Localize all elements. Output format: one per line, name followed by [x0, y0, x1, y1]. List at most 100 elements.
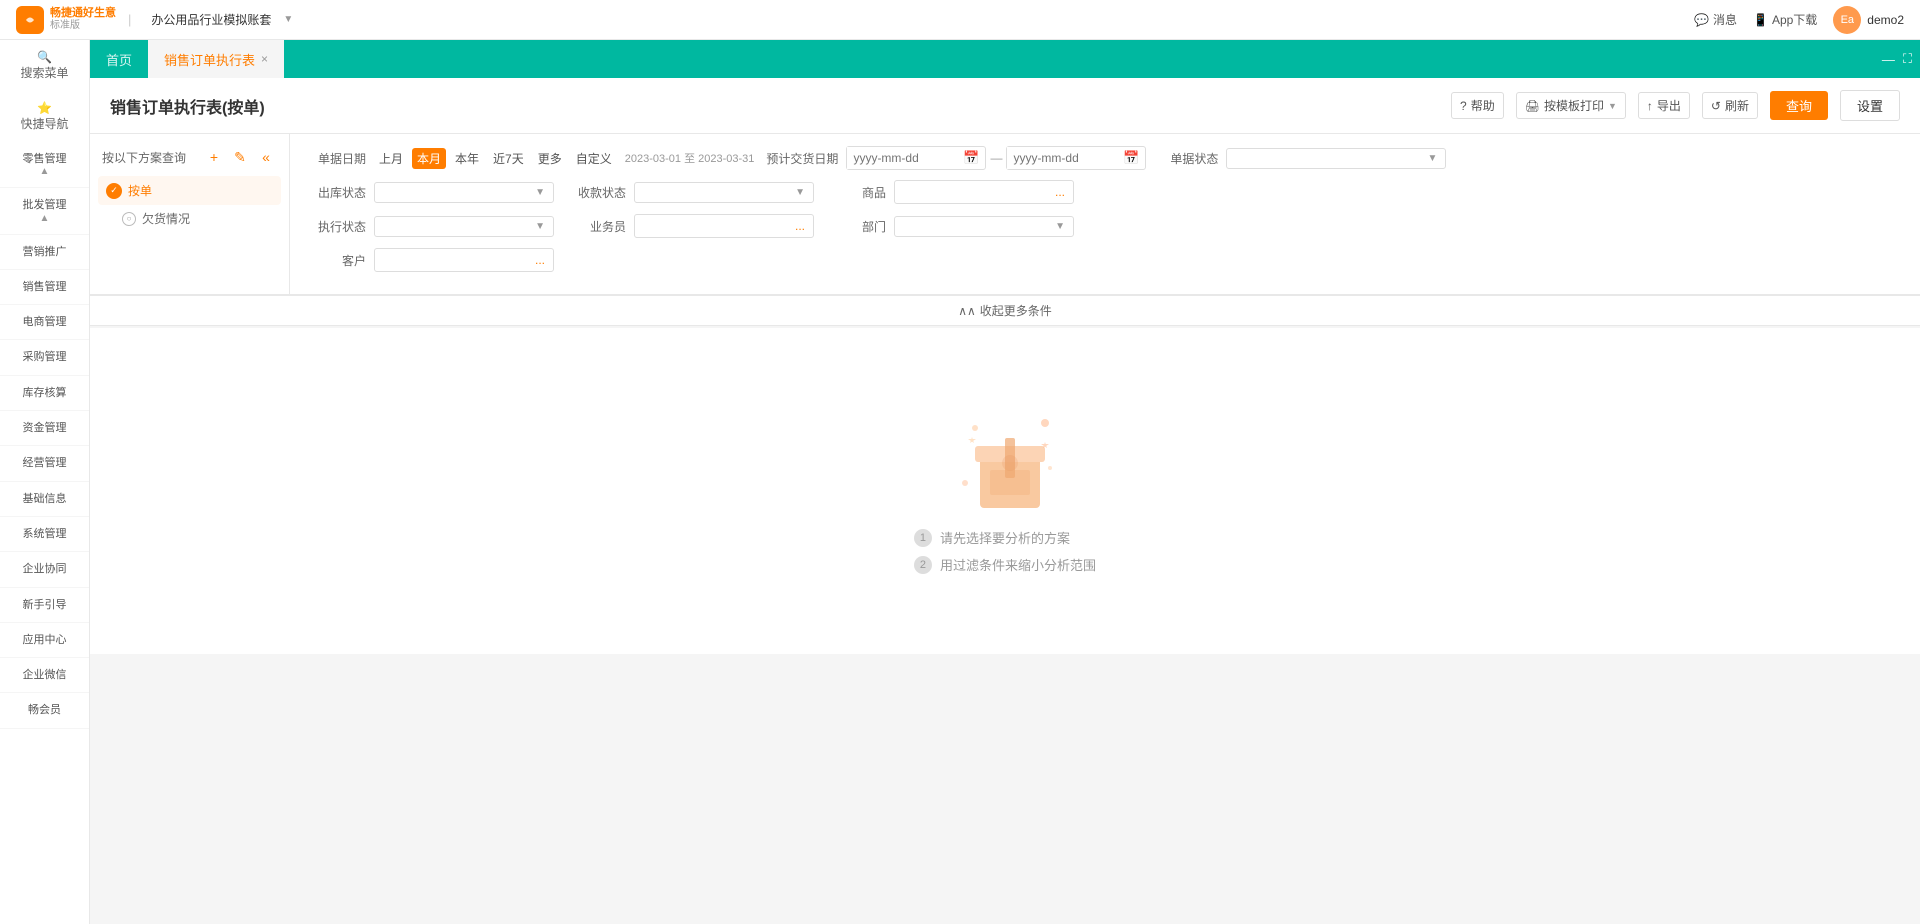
- sidebar-item-sales[interactable]: 销售管理: [0, 270, 89, 305]
- help-icon: ?: [1460, 99, 1467, 113]
- department-label: 部门: [826, 218, 886, 235]
- department-select[interactable]: ▼: [894, 216, 1074, 237]
- export-btn[interactable]: ↑ 导出: [1638, 92, 1690, 119]
- sidebar-item-system[interactable]: 系统管理: [0, 517, 89, 552]
- tip-text-1: 请先选择要分析的方案: [940, 528, 1070, 547]
- filter-row-2: 出库状态 ▼ 收款状态 ▼: [306, 180, 1904, 204]
- help-btn[interactable]: ? 帮助: [1451, 92, 1504, 119]
- settings-btn[interactable]: 设置: [1840, 90, 1900, 121]
- sidebar-item-appstore[interactable]: 应用中心: [0, 623, 89, 658]
- message-label: 消息: [1713, 11, 1737, 28]
- filter-field-date: 单据日期 上月 本月 本年 近7天 更多 自定义 2023-03-01 至 20…: [306, 148, 754, 169]
- page-title: 销售订单执行表(按单): [110, 94, 265, 130]
- date-tab-prev-month[interactable]: 上月: [374, 148, 408, 169]
- expected-delivery-start-field[interactable]: [847, 147, 957, 169]
- filter-field-customer: 客户 ...: [306, 248, 554, 272]
- app-version: 标准版: [50, 20, 116, 32]
- shipping-status-label: 出库状态: [306, 184, 366, 201]
- customer-select[interactable]: ...: [374, 248, 554, 272]
- scheme-item-按单[interactable]: ✓ 按单: [98, 176, 281, 205]
- page-content: 销售订单执行表(按单) ? 帮助 🖨 按模板打印 ▼ ↑ 导出: [90, 78, 1920, 924]
- sidebar-item-inventory[interactable]: 库存核算: [0, 376, 89, 411]
- quick-nav-icon: ⭐: [37, 101, 52, 115]
- payment-status-select[interactable]: ▼: [634, 182, 814, 203]
- message-action[interactable]: 💬 消息: [1694, 11, 1737, 28]
- date-tab-current-year[interactable]: 本年: [450, 148, 484, 169]
- app-download-label: App下载: [1772, 11, 1817, 28]
- sidebar-item-enterprise[interactable]: 企业协同: [0, 552, 89, 587]
- filter-scheme-actions: + ✎ «: [203, 146, 277, 168]
- tab-home[interactable]: 首页: [90, 40, 148, 78]
- filter-panel: 按以下方案查询 + ✎ « ✓ 按单 ○ 欠货情况: [90, 134, 1920, 295]
- refresh-btn[interactable]: ↺ 刷新: [1702, 92, 1758, 119]
- filter-scheme-panel: 按以下方案查询 + ✎ « ✓ 按单 ○ 欠货情况: [90, 134, 290, 294]
- edit-scheme-btn[interactable]: ✎: [229, 146, 251, 168]
- expected-delivery-date-group: 📅 — 📅: [846, 146, 1146, 170]
- sidebar-item-purchase[interactable]: 采购管理: [0, 340, 89, 375]
- sidebar-item-wholesale[interactable]: 批发管理 ▲: [0, 188, 89, 234]
- print-btn[interactable]: 🖨 按模板打印 ▼: [1516, 92, 1626, 119]
- expected-delivery-end-field[interactable]: [1007, 147, 1117, 169]
- payment-status-label: 收款状态: [566, 184, 626, 201]
- header-left: 畅捷通好生意 标准版 | 办公用品行业模拟账套 ▼: [16, 6, 293, 34]
- sidebar-item-member[interactable]: 畅会员: [0, 693, 89, 728]
- sidebar-item-guide[interactable]: 新手引导: [0, 588, 89, 623]
- date-tab-current-month[interactable]: 本月: [412, 148, 446, 169]
- sidebar-item-basic[interactable]: 基础信息: [0, 482, 89, 517]
- goods-label: 商品: [826, 184, 886, 201]
- query-btn[interactable]: 查询: [1770, 91, 1828, 120]
- message-icon: 💬: [1694, 13, 1709, 27]
- add-scheme-btn[interactable]: +: [203, 146, 225, 168]
- tab-maximize-btn[interactable]: ⛶: [1903, 51, 1912, 67]
- export-label: 导出: [1657, 97, 1681, 114]
- filter-fields: 单据日期 上月 本月 本年 近7天 更多 自定义 2023-03-01 至 20…: [290, 134, 1920, 294]
- breadcrumb-title: 办公用品行业模拟账套: [151, 11, 271, 28]
- filter-field-expected-delivery: 预计交货日期 📅 — 📅: [766, 146, 1146, 170]
- exec-status-select[interactable]: ▼: [374, 216, 554, 237]
- app-download-icon: 📱: [1753, 13, 1768, 27]
- scheme-item-欠货情况[interactable]: ○ 欠货情况: [98, 205, 281, 232]
- date-tab-more[interactable]: 更多: [533, 148, 567, 169]
- salesperson-select[interactable]: ...: [634, 214, 814, 238]
- scheme-icon-按单: ✓: [106, 183, 122, 199]
- print-arrow-icon: ▼: [1608, 101, 1617, 111]
- sidebar-item-finance[interactable]: 资金管理: [0, 411, 89, 446]
- collapse-label: 收起更多条件: [980, 302, 1052, 319]
- collapse-bar[interactable]: ∧∧ 收起更多条件: [90, 295, 1920, 326]
- sidebar-item-operation[interactable]: 经营管理: [0, 446, 89, 481]
- order-status-arrow-icon: ▼: [1428, 153, 1438, 164]
- sidebar-item-ecommerce[interactable]: 电商管理: [0, 305, 89, 340]
- sidebar-item-retail[interactable]: 零售管理 ▲: [0, 142, 89, 188]
- collapse-scheme-btn[interactable]: «: [255, 146, 277, 168]
- sidebar-search-menu[interactable]: 🔍 搜索菜单: [0, 40, 89, 91]
- exec-status-arrow-icon: ▼: [535, 221, 545, 232]
- date-tab-recent7[interactable]: 近7天: [488, 148, 529, 169]
- date-label: 单据日期: [306, 150, 366, 167]
- app-name: 畅捷通好生意: [50, 7, 116, 20]
- order-status-select[interactable]: ▼: [1226, 148, 1446, 169]
- sidebar-item-marketing[interactable]: 营销推广: [0, 235, 89, 270]
- sidebar-item-wechat[interactable]: 企业微信: [0, 658, 89, 693]
- shipping-status-select[interactable]: ▼: [374, 182, 554, 203]
- tab-close-icon[interactable]: ×: [261, 53, 268, 65]
- date-tab-custom[interactable]: 自定义: [571, 148, 617, 169]
- sidebar-quick-nav[interactable]: ⭐ 快捷导航: [0, 91, 89, 142]
- export-icon: ↑: [1647, 99, 1653, 113]
- scheme-icon-欠货: ○: [122, 212, 136, 226]
- goods-select[interactable]: ...: [894, 180, 1074, 204]
- main-layout: 🔍 搜索菜单 ⭐ 快捷导航 零售管理 ▲ 批发管理 ▲ 营销推广 销售管理 电商…: [0, 40, 1920, 924]
- salesperson-ellipsis: ...: [795, 219, 805, 233]
- payment-status-arrow-icon: ▼: [795, 187, 805, 198]
- calendar-end-icon: 📅: [1117, 150, 1145, 166]
- user-area[interactable]: Ea demo2: [1833, 6, 1904, 34]
- tab-minimize-btn[interactable]: —: [1882, 52, 1895, 67]
- app-download-action[interactable]: 📱 App下载: [1753, 11, 1817, 28]
- logo-icon: [16, 6, 44, 34]
- expected-delivery-start-input[interactable]: 📅: [846, 146, 986, 170]
- goods-ellipsis: ...: [1055, 185, 1065, 199]
- tab-sales-order[interactable]: 销售订单执行表 ×: [148, 40, 284, 78]
- collapse-up-icon: ∧∧: [958, 304, 976, 318]
- department-arrow-icon: ▼: [1055, 221, 1065, 232]
- expected-delivery-end-input[interactable]: 📅: [1006, 146, 1146, 170]
- breadcrumb-arrow[interactable]: ▼: [283, 14, 293, 25]
